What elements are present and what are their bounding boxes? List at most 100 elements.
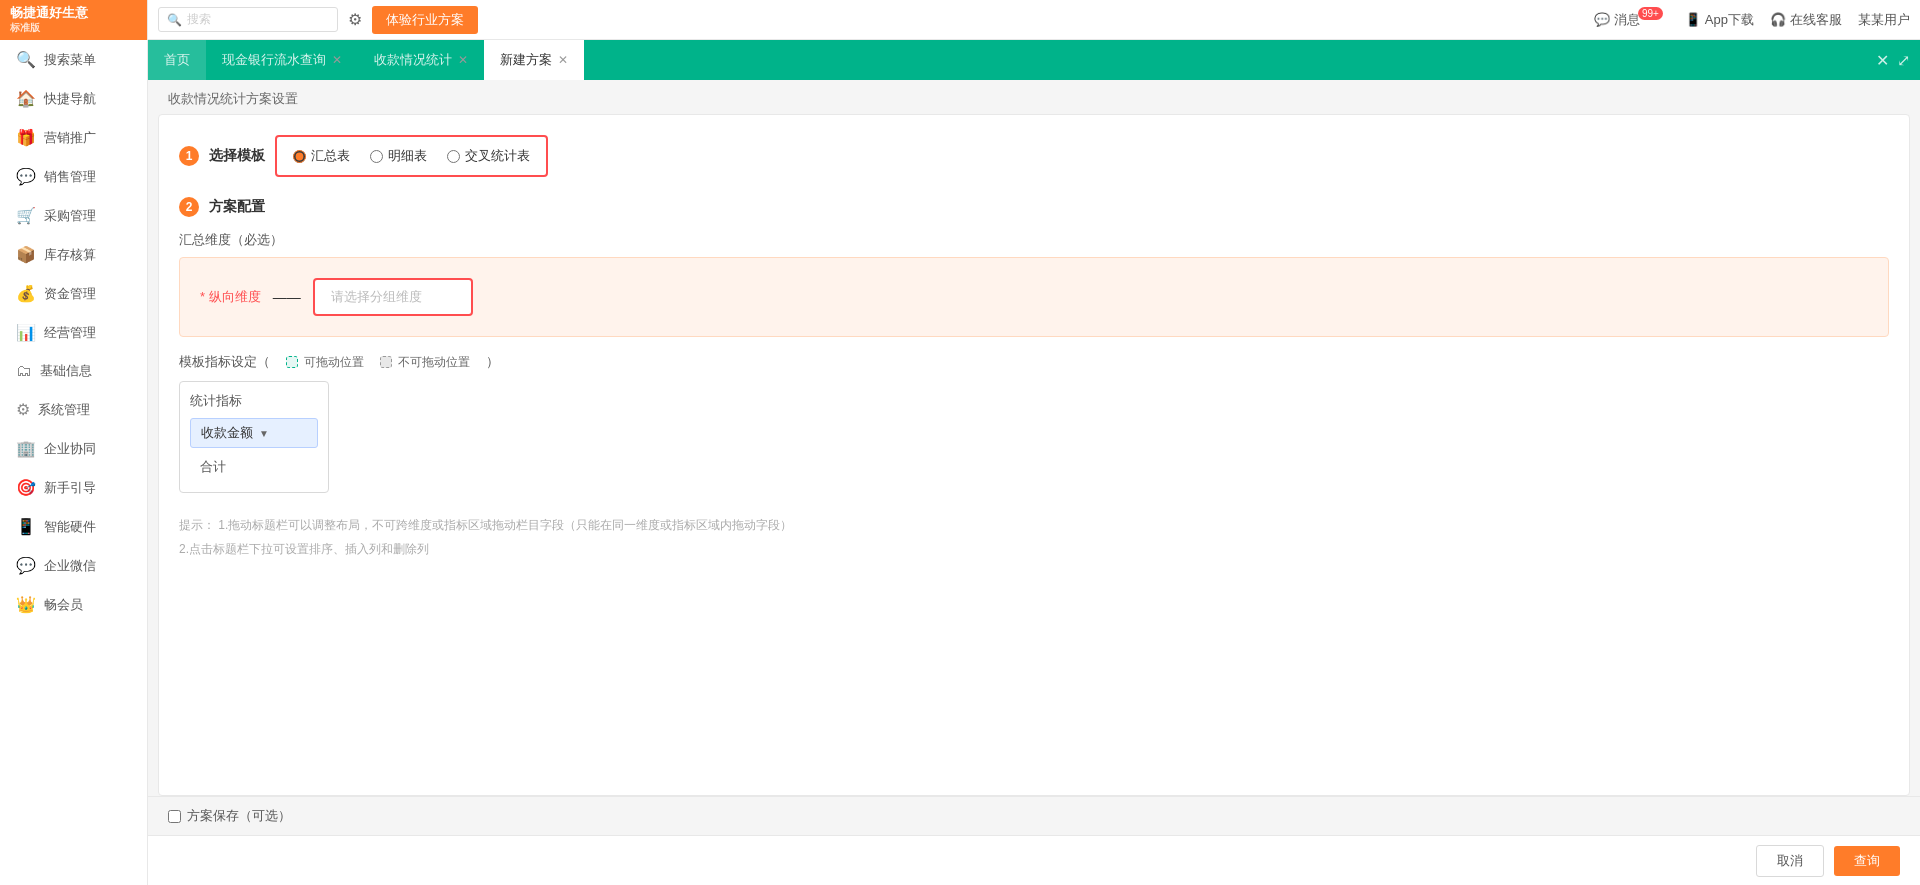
crown-icon: 👑 — [16, 595, 36, 614]
search-box[interactable]: 🔍 搜索 — [158, 7, 338, 32]
sidebar-label: 智能硬件 — [44, 518, 96, 536]
step1-title: 选择模板 — [209, 147, 265, 165]
template-box: 汇总表 明细表 交叉统计表 — [275, 135, 548, 177]
step2-badge: 2 — [179, 197, 199, 217]
sidebar-label: 畅会员 — [44, 596, 83, 614]
logo-name: 畅捷通好生意 — [10, 5, 88, 21]
metrics-config-label: 模板指标设定（ — [179, 353, 270, 371]
sidebar: 畅捷通好生意 标准版 🔍 搜索菜单 🏠 快捷导航 🎁 营销推广 💬 销售管理 🛒… — [0, 0, 148, 885]
tip-text-1: 提示： 1.拖动标题栏可以调整布局，不可跨维度或指标区域拖动栏目字段（只能在同一… — [179, 513, 792, 537]
vertical-dim-label: * 纵向维度 — [200, 288, 261, 306]
query-button[interactable]: 查询 — [1834, 846, 1900, 876]
home-icon: 🏠 — [16, 89, 36, 108]
sidebar-label: 采购管理 — [44, 207, 96, 225]
step2-section: 2 方案配置 汇总维度（必选） * 纵向维度 —— 请选择分组维度 — [179, 197, 1889, 561]
sidebar-item-enterprise[interactable]: 🏢 企业协同 — [0, 429, 147, 468]
sidebar-item-finance[interactable]: 💰 资金管理 — [0, 274, 147, 313]
page-bottom: 方案保存（可选） — [148, 796, 1920, 835]
radio-group: 汇总表 明细表 交叉统计表 — [293, 147, 530, 165]
user-info[interactable]: 某某用户 — [1858, 11, 1910, 29]
sidebar-item-inventory[interactable]: 📦 库存核算 — [0, 235, 147, 274]
metric-tag-label: 收款金额 — [201, 424, 253, 442]
search-placeholder: 搜索 — [187, 11, 211, 28]
tab-bank-flow[interactable]: 现金银行流水查询 ✕ — [206, 40, 358, 80]
tab-receipt-stats[interactable]: 收款情况统计 ✕ — [358, 40, 484, 80]
chevron-down-icon: ▼ — [259, 428, 269, 439]
settings-card: 1 选择模板 汇总表 明细表 — [158, 114, 1910, 796]
tip-line-2: 2.点击标题栏下拉可设置排序、插入列和删除列 — [179, 537, 1889, 561]
sales-icon: 💬 — [16, 167, 36, 186]
sidebar-label: 搜索菜单 — [44, 51, 96, 69]
tab-receipt-stats-close[interactable]: ✕ — [458, 53, 468, 67]
sidebar-label: 系统管理 — [38, 401, 90, 419]
radio-summary[interactable]: 汇总表 — [293, 147, 350, 165]
save-label: 方案保存（可选） — [187, 807, 291, 825]
sidebar-item-guide[interactable]: 🎯 新手引导 — [0, 468, 147, 507]
dim-select[interactable]: 请选择分组维度 — [313, 278, 473, 316]
gear-icon: ⚙ — [16, 400, 30, 419]
close-window-icon[interactable]: ✕ — [1876, 51, 1889, 70]
radio-summary-label: 汇总表 — [311, 147, 350, 165]
metrics-box-label: 统计指标 — [190, 392, 318, 410]
sidebar-label: 企业微信 — [44, 557, 96, 575]
top-bar-right: 💬 消息 99+ 📱 App下载 🎧 在线客服 某某用户 — [1594, 11, 1910, 29]
metrics-subsection: 模板指标设定（ 可拖动位置 不可拖动位置 ） 统计指标 — [179, 353, 1889, 493]
sidebar-label: 销售管理 — [44, 168, 96, 186]
tab-home-label: 首页 — [164, 51, 190, 69]
tab-bank-flow-close[interactable]: ✕ — [332, 53, 342, 67]
save-checkbox-input[interactable] — [168, 810, 181, 823]
sidebar-label: 经营管理 — [44, 324, 96, 342]
service-item[interactable]: 🎧 在线客服 — [1770, 11, 1842, 29]
save-checkbox[interactable]: 方案保存（可选） — [168, 807, 291, 825]
settings-icon[interactable]: ⚙ — [348, 10, 362, 29]
radio-detail-input[interactable] — [370, 150, 383, 163]
tip-line-1: 提示： 1.拖动标题栏可以调整布局，不可跨维度或指标区域拖动栏目字段（只能在同一… — [179, 513, 1889, 537]
sidebar-label: 营销推广 — [44, 129, 96, 147]
tab-home[interactable]: 首页 — [148, 40, 206, 80]
sidebar-item-wechat[interactable]: 💬 企业微信 — [0, 546, 147, 585]
sidebar-item-search-menu[interactable]: 🔍 搜索菜单 — [0, 40, 147, 79]
radio-detail[interactable]: 明细表 — [370, 147, 427, 165]
movable-label: 可拖动位置 — [304, 354, 364, 371]
tab-bank-flow-label: 现金银行流水查询 — [222, 51, 326, 69]
purchase-icon: 🛒 — [16, 206, 36, 225]
sidebar-item-marketing[interactable]: 🎁 营销推广 — [0, 118, 147, 157]
sidebar-item-smart-hw[interactable]: 📱 智能硬件 — [0, 507, 147, 546]
sidebar-item-member[interactable]: 👑 畅会员 — [0, 585, 147, 624]
tab-bar-actions: ✕ ⤢ — [1876, 51, 1920, 70]
tip-text-2: 2.点击标题栏下拉可设置排序、插入列和删除列 — [179, 537, 429, 561]
radio-cross[interactable]: 交叉统计表 — [447, 147, 530, 165]
search-icon: 🔍 — [167, 13, 182, 27]
dimension-title: 汇总维度（必选） — [179, 231, 1889, 249]
sidebar-item-system[interactable]: ⚙ 系统管理 — [0, 390, 147, 429]
step1-section: 1 选择模板 汇总表 明细表 — [179, 135, 1889, 177]
main-area: 🔍 搜索 ⚙ 体验行业方案 💬 消息 99+ 📱 App下载 🎧 在线客服 某某… — [148, 0, 1920, 885]
radio-detail-label: 明细表 — [388, 147, 427, 165]
download-item[interactable]: 📱 App下载 — [1685, 11, 1754, 29]
trial-button[interactable]: 体验行业方案 — [372, 6, 478, 34]
sidebar-label: 快捷导航 — [44, 90, 96, 108]
sidebar-label: 新手引导 — [44, 479, 96, 497]
sidebar-item-sales[interactable]: 💬 销售管理 — [0, 157, 147, 196]
radio-cross-input[interactable] — [447, 150, 460, 163]
sidebar-item-quick-nav[interactable]: 🏠 快捷导航 — [0, 79, 147, 118]
dimension-area: * 纵向维度 —— 请选择分组维度 — [179, 257, 1889, 337]
gift-icon: 🎁 — [16, 128, 36, 147]
radio-summary-input[interactable] — [293, 150, 306, 163]
metrics-box: 统计指标 收款金额 ▼ 合计 — [179, 381, 329, 493]
tab-new-plan[interactable]: 新建方案 ✕ — [484, 40, 584, 80]
maximize-icon[interactable]: ⤢ — [1897, 51, 1910, 70]
tab-new-plan-close[interactable]: ✕ — [558, 53, 568, 67]
notification-item[interactable]: 💬 消息 99+ — [1594, 11, 1669, 29]
sidebar-item-operation[interactable]: 📊 经营管理 — [0, 313, 147, 352]
cancel-button[interactable]: 取消 — [1756, 845, 1824, 877]
metric-sub-total: 合计 — [190, 452, 318, 482]
logo: 畅捷通好生意 标准版 — [0, 0, 147, 40]
dim-row: * 纵向维度 —— 请选择分组维度 — [200, 278, 473, 316]
chart-icon: 📊 — [16, 323, 36, 342]
sidebar-label: 资金管理 — [44, 285, 96, 303]
metric-tag-revenue[interactable]: 收款金额 ▼ — [190, 418, 318, 448]
radio-cross-label: 交叉统计表 — [465, 147, 530, 165]
sidebar-item-purchase[interactable]: 🛒 采购管理 — [0, 196, 147, 235]
sidebar-item-basic-info[interactable]: 🗂 基础信息 — [0, 352, 147, 390]
